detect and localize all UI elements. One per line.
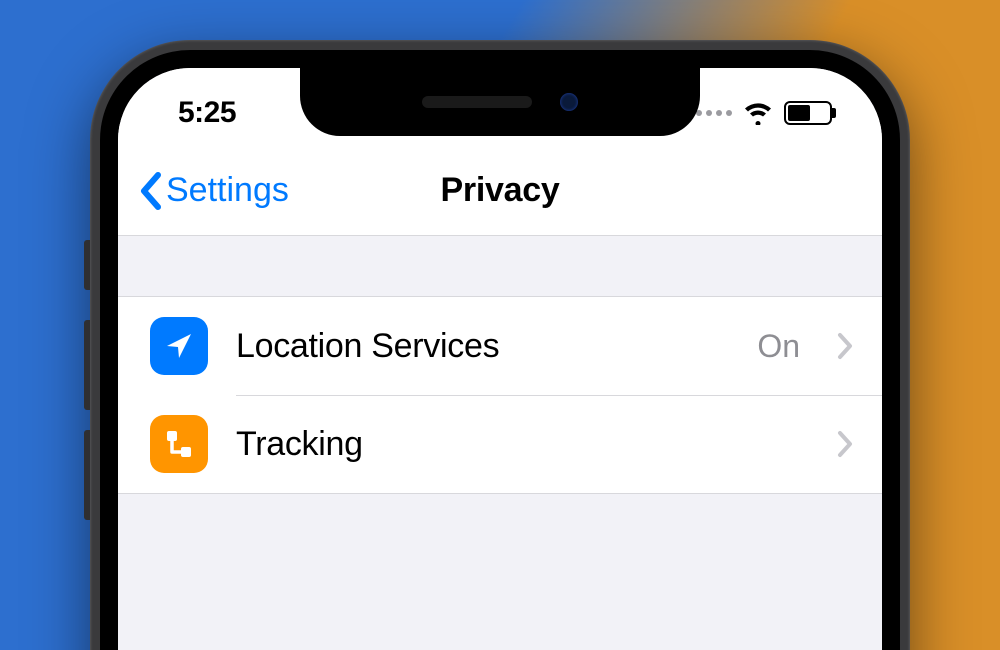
back-button[interactable]: Settings: [138, 171, 289, 211]
tracking-icon: [150, 415, 208, 473]
front-camera: [560, 93, 578, 111]
notch: [300, 68, 700, 136]
phone-device-frame: 5:25: [90, 40, 910, 650]
chevron-right-icon: [836, 331, 854, 361]
chevron-left-icon: [138, 171, 164, 211]
battery-icon: [784, 101, 832, 125]
row-value: On: [757, 328, 800, 365]
volume-up-button: [84, 320, 90, 410]
battery-level: [788, 105, 810, 121]
volume-down-button: [84, 430, 90, 520]
tracking-row[interactable]: Tracking: [118, 395, 882, 493]
location-arrow-icon: [150, 317, 208, 375]
row-label: Location Services: [236, 327, 729, 366]
location-services-row[interactable]: Location Services On: [118, 297, 882, 395]
back-label: Settings: [166, 171, 289, 210]
row-label: Tracking: [236, 425, 808, 464]
settings-group: Location Services On: [118, 296, 882, 494]
navigation-bar: Settings Privacy: [118, 146, 882, 236]
chevron-right-icon: [836, 429, 854, 459]
cellular-dots-icon: [696, 110, 732, 116]
wifi-icon: [742, 101, 774, 125]
speaker-grille: [422, 96, 532, 108]
side-button: [84, 240, 90, 290]
phone-screen: 5:25: [118, 68, 882, 650]
phone-bezel: 5:25: [100, 50, 900, 650]
status-icons: [696, 101, 832, 125]
settings-content: Location Services On: [118, 236, 882, 494]
status-time: 5:25: [178, 96, 236, 130]
